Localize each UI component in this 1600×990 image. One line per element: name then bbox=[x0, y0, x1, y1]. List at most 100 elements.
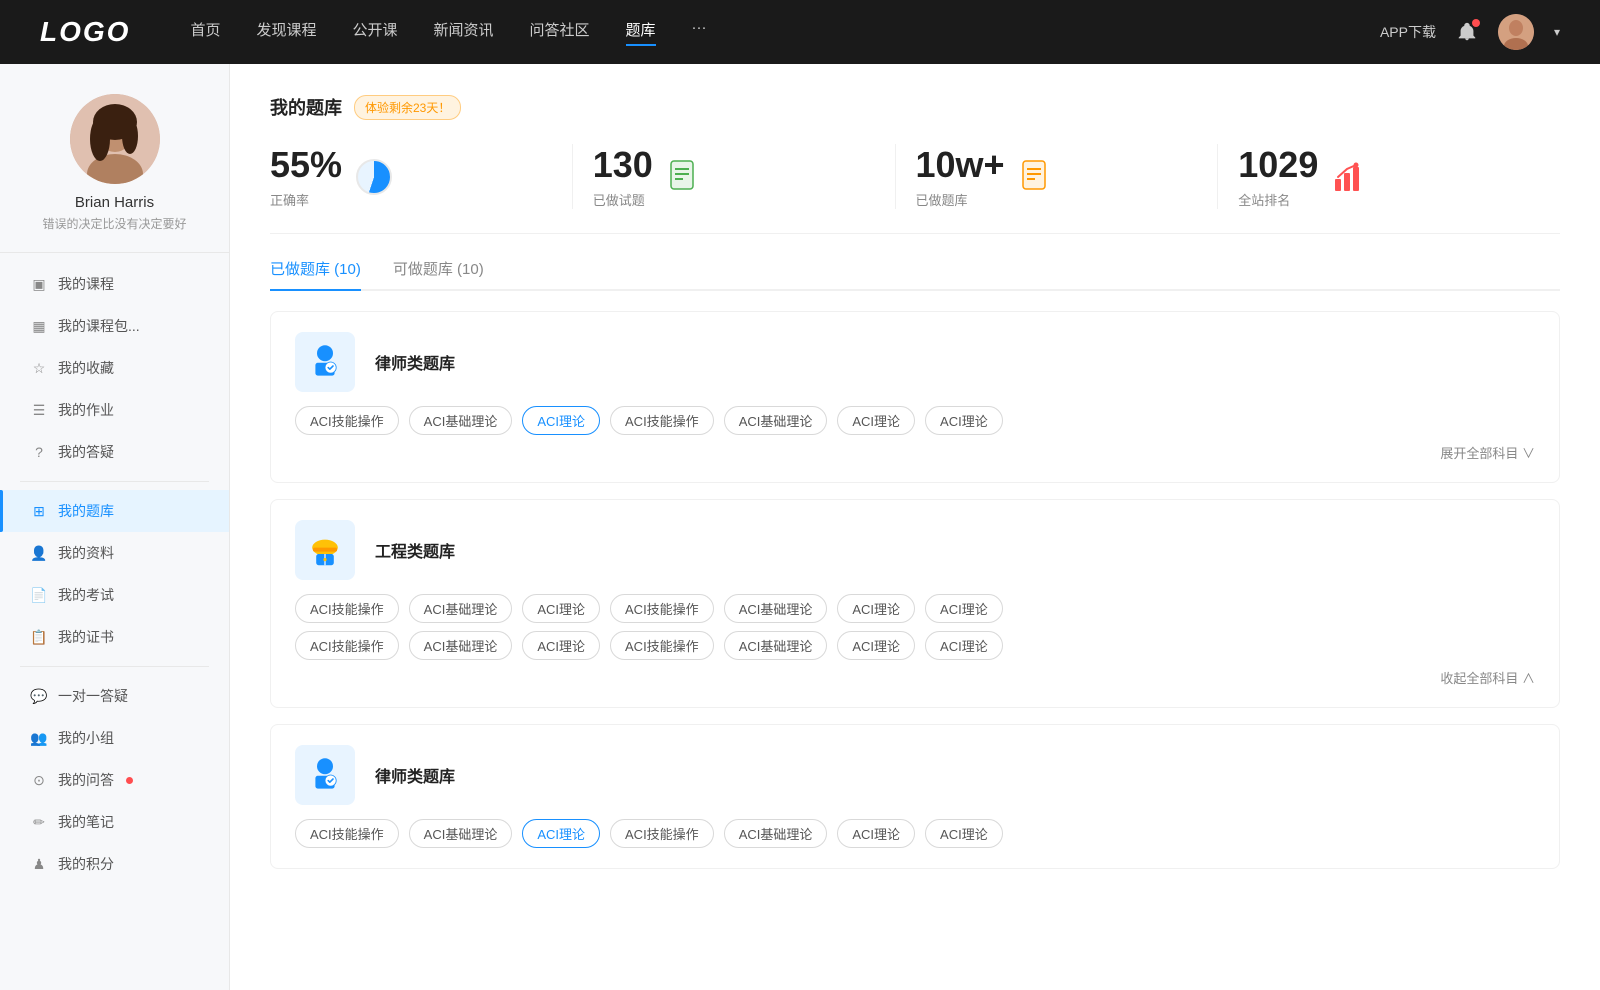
sidebar-item-notes[interactable]: ✏ 我的笔记 bbox=[0, 801, 229, 843]
lawyer-icon-wrap-1 bbox=[295, 332, 355, 392]
qbank-title-lawyer-2: 律师类题库 bbox=[375, 763, 455, 787]
tag-eng-3[interactable]: ACI技能操作 bbox=[610, 594, 714, 623]
nav-more[interactable]: ··· bbox=[692, 19, 707, 46]
lawyer-icon-wrap-2 bbox=[295, 745, 355, 805]
file-icon: 👤 bbox=[30, 544, 48, 562]
tag-eng2-1[interactable]: ACI基础理论 bbox=[409, 631, 513, 660]
tag-eng-2[interactable]: ACI理论 bbox=[522, 594, 600, 623]
sidebar-label-group: 我的小组 bbox=[58, 728, 114, 748]
app-download-link[interactable]: APP下载 bbox=[1380, 22, 1436, 42]
tag-lawyer1-2[interactable]: ACI理论 bbox=[522, 406, 600, 435]
page-title-row: 我的题库 体验剩余23天！ bbox=[270, 94, 1560, 120]
tag-lawyer2-6[interactable]: ACI理论 bbox=[925, 819, 1003, 848]
logo[interactable]: LOGO bbox=[40, 16, 130, 48]
tag-lawyer1-3[interactable]: ACI技能操作 bbox=[610, 406, 714, 435]
points-icon: ♟ bbox=[30, 855, 48, 873]
course-icon: ▣ bbox=[30, 275, 48, 293]
tag-lawyer2-5[interactable]: ACI理论 bbox=[837, 819, 915, 848]
tag-lawyer2-4[interactable]: ACI基础理论 bbox=[724, 819, 828, 848]
tag-lawyer2-0[interactable]: ACI技能操作 bbox=[295, 819, 399, 848]
sidebar-item-questions[interactable]: ? 我的答疑 bbox=[0, 431, 229, 473]
tag-lawyer2-1[interactable]: ACI基础理论 bbox=[409, 819, 513, 848]
qbank-header-lawyer-1: 律师类题库 bbox=[295, 332, 1535, 392]
tag-eng2-0[interactable]: ACI技能操作 bbox=[295, 631, 399, 660]
sidebar-item-favorites[interactable]: ☆ 我的收藏 bbox=[0, 347, 229, 389]
sidebar-item-exams[interactable]: 📄 我的考试 bbox=[0, 574, 229, 616]
tag-lawyer1-6[interactable]: ACI理论 bbox=[925, 406, 1003, 435]
sidebar-label-materials: 我的资料 bbox=[58, 543, 114, 563]
qbank-header-engineer: 工程类题库 bbox=[295, 520, 1535, 580]
sidebar-item-homework[interactable]: ☰ 我的作业 bbox=[0, 389, 229, 431]
tags-row-lawyer-1: ACI技能操作 ACI基础理论 ACI理论 ACI技能操作 ACI基础理论 AC… bbox=[295, 406, 1535, 435]
tags-row-lawyer-2: ACI技能操作 ACI基础理论 ACI理论 ACI技能操作 ACI基础理论 AC… bbox=[295, 819, 1535, 848]
exam-icon: 📄 bbox=[30, 586, 48, 604]
sidebar-label-homework: 我的作业 bbox=[58, 400, 114, 420]
cert-icon: 📋 bbox=[30, 628, 48, 646]
sidebar-label-notes: 我的笔记 bbox=[58, 812, 114, 832]
tabs-row: 已做题库 (10) 可做题库 (10) bbox=[270, 258, 1560, 291]
tag-eng2-2[interactable]: ACI理论 bbox=[522, 631, 600, 660]
sidebar-divider-2 bbox=[20, 666, 209, 667]
page-title: 我的题库 bbox=[270, 94, 342, 120]
profile-avatar bbox=[70, 94, 160, 184]
tag-lawyer1-5[interactable]: ACI理论 bbox=[837, 406, 915, 435]
sidebar-item-group[interactable]: 👥 我的小组 bbox=[0, 717, 229, 759]
tag-eng2-5[interactable]: ACI理论 bbox=[837, 631, 915, 660]
sidebar-item-materials[interactable]: 👤 我的资料 bbox=[0, 532, 229, 574]
bank-icon: ⊞ bbox=[30, 502, 48, 520]
tag-lawyer1-4[interactable]: ACI基础理论 bbox=[724, 406, 828, 435]
stat-ranking: 1029 全站排名 bbox=[1238, 144, 1540, 209]
navbar: LOGO 首页 发现课程 公开课 新闻资讯 问答社区 题库 ··· APP下载 … bbox=[0, 0, 1600, 64]
sidebar-label-points: 我的积分 bbox=[58, 854, 114, 874]
stat-done-questions-value: 130 bbox=[593, 144, 653, 186]
tab-done[interactable]: 已做题库 (10) bbox=[270, 258, 361, 291]
tag-lawyer1-1[interactable]: ACI基础理论 bbox=[409, 406, 513, 435]
tag-eng2-3[interactable]: ACI技能操作 bbox=[610, 631, 714, 660]
star-icon: ☆ bbox=[30, 359, 48, 377]
user-menu-chevron[interactable]: ▾ bbox=[1554, 25, 1560, 39]
tag-eng-1[interactable]: ACI基础理论 bbox=[409, 594, 513, 623]
profile-motto: 错误的决定比没有决定要好 bbox=[42, 215, 186, 232]
nav-open-course[interactable]: 公开课 bbox=[352, 19, 397, 46]
nav-home[interactable]: 首页 bbox=[190, 19, 220, 46]
profile-name: Brian Harris bbox=[75, 194, 154, 211]
note-icon: ✏ bbox=[30, 813, 48, 831]
expand-link-lawyer-1[interactable]: 展开全部科目 ∨ bbox=[295, 443, 1535, 462]
navbar-right: APP下载 ▾ bbox=[1380, 14, 1560, 50]
tag-lawyer1-0[interactable]: ACI技能操作 bbox=[295, 406, 399, 435]
qa-notification-dot bbox=[126, 777, 133, 784]
nav-courses[interactable]: 发现课程 bbox=[256, 19, 316, 46]
tag-lawyer2-3[interactable]: ACI技能操作 bbox=[610, 819, 714, 848]
sidebar-item-points[interactable]: ♟ 我的积分 bbox=[0, 843, 229, 885]
main-content: 我的题库 体验剩余23天！ 55% 正确率 130 已做试题 bbox=[230, 64, 1600, 990]
tag-eng-6[interactable]: ACI理论 bbox=[925, 594, 1003, 623]
expand-link-engineer[interactable]: 收起全部科目 ∧ bbox=[295, 668, 1535, 687]
nav-qbank[interactable]: 题库 bbox=[626, 19, 656, 46]
sidebar-item-qbank[interactable]: ⊞ 我的题库 bbox=[0, 490, 229, 532]
sidebar-label-qbank: 我的题库 bbox=[58, 501, 114, 521]
tag-eng2-6[interactable]: ACI理论 bbox=[925, 631, 1003, 660]
user-avatar[interactable] bbox=[1498, 14, 1534, 50]
qbank-header-lawyer-2: 律师类题库 bbox=[295, 745, 1535, 805]
tag-eng2-4[interactable]: ACI基础理论 bbox=[724, 631, 828, 660]
qbank-title-engineer: 工程类题库 bbox=[375, 538, 455, 562]
stat-accuracy-value: 55% bbox=[270, 144, 342, 186]
package-icon: ▦ bbox=[30, 317, 48, 335]
tag-eng-0[interactable]: ACI技能操作 bbox=[295, 594, 399, 623]
sidebar-item-qa[interactable]: ⊙ 我的问答 bbox=[0, 759, 229, 801]
nav-qa[interactable]: 问答社区 bbox=[530, 19, 590, 46]
tab-available[interactable]: 可做题库 (10) bbox=[393, 258, 484, 291]
engineer-icon-wrap bbox=[295, 520, 355, 580]
nav-news[interactable]: 新闻资讯 bbox=[434, 19, 494, 46]
sidebar-label-questions: 我的答疑 bbox=[58, 442, 114, 462]
tag-eng-4[interactable]: ACI基础理论 bbox=[724, 594, 828, 623]
notification-bell[interactable] bbox=[1456, 21, 1478, 43]
sidebar-item-tutor[interactable]: 💬 一对一答疑 bbox=[0, 675, 229, 717]
group-icon: 👥 bbox=[30, 729, 48, 747]
sidebar-item-cert[interactable]: 📋 我的证书 bbox=[0, 616, 229, 658]
tag-eng-5[interactable]: ACI理论 bbox=[837, 594, 915, 623]
tag-lawyer2-2[interactable]: ACI理论 bbox=[522, 819, 600, 848]
sidebar-item-courses[interactable]: ▣ 我的课程 bbox=[0, 263, 229, 305]
sidebar-item-packages[interactable]: ▦ 我的课程包... bbox=[0, 305, 229, 347]
trial-badge: 体验剩余23天！ bbox=[354, 95, 461, 120]
